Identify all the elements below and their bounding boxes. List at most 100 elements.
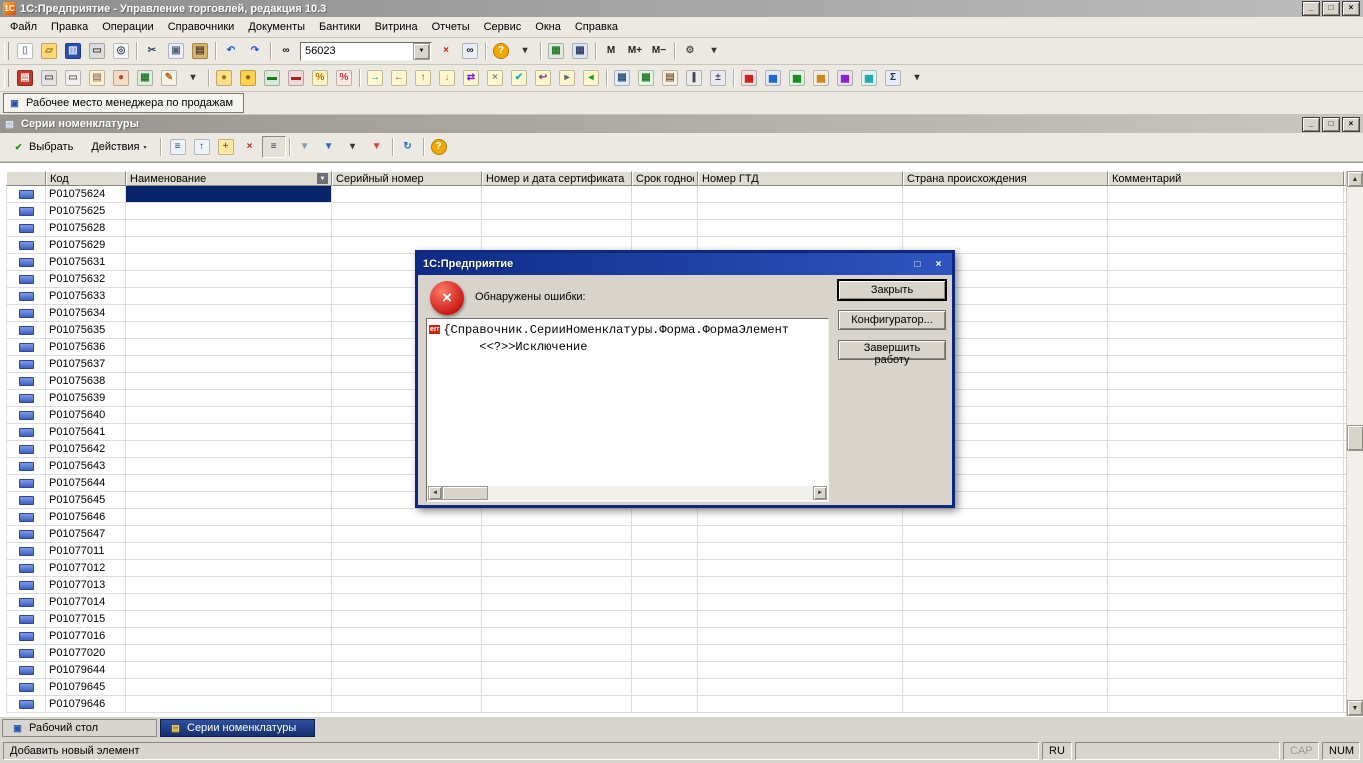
cell-code[interactable]: P01075641 xyxy=(46,424,126,441)
new-folder-button[interactable]: + xyxy=(214,136,238,158)
row-marker-cell[interactable] xyxy=(6,407,46,424)
cell-code[interactable]: P01075643 xyxy=(46,458,126,475)
child-close-button[interactable]: × xyxy=(1342,116,1360,132)
cell-certificate[interactable] xyxy=(482,679,632,696)
cell-code[interactable]: P01077014 xyxy=(46,594,126,611)
column-header-code[interactable]: Код xyxy=(46,171,126,186)
cell-certificate[interactable] xyxy=(482,662,632,679)
cell-comment[interactable] xyxy=(1108,254,1344,271)
cell-comment[interactable] xyxy=(1108,594,1344,611)
sales-invoice-button[interactable]: ↑ xyxy=(411,67,435,89)
scroll-right-button[interactable]: ► xyxy=(813,486,827,500)
vertical-scrollbar[interactable]: ▲ ▼ xyxy=(1346,171,1363,716)
menu-reports[interactable]: Отчеты xyxy=(425,19,477,35)
cell-shelf-life[interactable] xyxy=(632,577,698,594)
cell-certificate[interactable] xyxy=(482,696,632,713)
help-button[interactable]: ? xyxy=(427,136,451,158)
sales-report-button[interactable]: ▅ xyxy=(737,67,761,89)
cell-code[interactable]: P01077020 xyxy=(46,645,126,662)
goods-reserves-button[interactable]: ▦ xyxy=(634,67,658,89)
cell-code[interactable]: P01075631 xyxy=(46,254,126,271)
row-marker-cell[interactable] xyxy=(6,322,46,339)
paste-button[interactable]: ▤ xyxy=(188,40,212,62)
window-tab-series[interactable]: ▤ Серии номенклатуры xyxy=(160,719,315,737)
cell-code[interactable]: P01075634 xyxy=(46,305,126,322)
goods-transfer-button[interactable]: ⇄ xyxy=(459,67,483,89)
row-marker-cell[interactable] xyxy=(6,577,46,594)
inventory-button[interactable]: ✔ xyxy=(507,67,531,89)
cell-comment[interactable] xyxy=(1108,373,1344,390)
cell-name[interactable] xyxy=(126,288,332,305)
supplier-order-button[interactable]: ← xyxy=(387,67,411,89)
row-marker-cell[interactable] xyxy=(6,305,46,322)
find-next-button[interactable]: ∞ xyxy=(458,40,482,62)
cell-name[interactable] xyxy=(126,458,332,475)
cell-code[interactable]: P01075628 xyxy=(46,220,126,237)
close-button[interactable]: × xyxy=(1342,1,1360,16)
cell-country[interactable] xyxy=(903,628,1108,645)
cell-gtd-number[interactable] xyxy=(698,526,903,543)
menu-help[interactable]: Справка xyxy=(568,19,625,35)
child-restore-button[interactable]: □ xyxy=(1322,116,1340,132)
cell-comment[interactable] xyxy=(1108,203,1344,220)
print-document-button[interactable]: ▭ xyxy=(37,67,61,89)
row-marker-cell[interactable] xyxy=(6,458,46,475)
row-marker-cell[interactable] xyxy=(6,696,46,713)
cell-serial-number[interactable] xyxy=(332,220,482,237)
cell-gtd-number[interactable] xyxy=(698,679,903,696)
cell-code[interactable]: P01075642 xyxy=(46,441,126,458)
cell-comment[interactable] xyxy=(1108,577,1344,594)
cell-name[interactable] xyxy=(126,322,332,339)
menu-file[interactable]: Файл xyxy=(3,19,44,35)
cell-gtd-number[interactable] xyxy=(698,662,903,679)
address-book-button[interactable]: ▤ xyxy=(13,67,37,89)
go-up-level-button[interactable]: ↑ xyxy=(190,136,214,158)
row-marker-cell[interactable] xyxy=(6,526,46,543)
filter-menu-arrow-button[interactable]: ▾ xyxy=(341,136,365,158)
cell-country[interactable] xyxy=(903,186,1108,203)
set-prices-button[interactable]: % xyxy=(308,67,332,89)
minimize-button[interactable]: _ xyxy=(1302,1,1320,16)
set-discounts-button[interactable]: % xyxy=(332,67,356,89)
cell-country[interactable] xyxy=(903,543,1108,560)
open-item-button[interactable]: ≡ xyxy=(166,136,190,158)
filter-settings-button[interactable]: ▼ xyxy=(317,136,341,158)
cell-comment[interactable] xyxy=(1108,356,1344,373)
error-text-area[interactable]: err {Справочник.СерииНоменклатуры.Форма.Ф… xyxy=(426,318,829,502)
cell-country[interactable] xyxy=(903,526,1108,543)
combobox-dropdown-icon[interactable]: ▼ xyxy=(413,42,430,60)
cell-certificate[interactable] xyxy=(482,543,632,560)
cell-serial-number[interactable] xyxy=(332,611,482,628)
cell-name[interactable] xyxy=(126,441,332,458)
cell-name[interactable] xyxy=(126,339,332,356)
cell-shelf-life[interactable] xyxy=(632,203,698,220)
cell-code[interactable]: P01077012 xyxy=(46,560,126,577)
cell-name[interactable] xyxy=(126,509,332,526)
orders-report-button[interactable]: ▅ xyxy=(833,67,857,89)
cell-gtd-number[interactable] xyxy=(698,594,903,611)
scrollbar-thumb[interactable] xyxy=(1347,425,1363,451)
menu-edit[interactable]: Правка xyxy=(44,19,95,35)
column-header-comment[interactable]: Комментарий xyxy=(1108,171,1344,186)
cell-code[interactable]: P01075639 xyxy=(46,390,126,407)
cut-button[interactable]: ✂ xyxy=(140,40,164,62)
cell-comment[interactable] xyxy=(1108,611,1344,628)
cell-country[interactable] xyxy=(903,662,1108,679)
cell-name[interactable] xyxy=(126,696,332,713)
menu-catalogs[interactable]: Справочники xyxy=(161,19,242,35)
delete-mark-button[interactable]: × xyxy=(238,136,262,158)
find-button[interactable]: ∞ xyxy=(274,40,298,62)
goods-writeoff-button[interactable]: × xyxy=(483,67,507,89)
row-marker-cell[interactable] xyxy=(6,645,46,662)
shutdown-button[interactable]: Завершить работу xyxy=(838,340,946,366)
cell-code[interactable]: P01079646 xyxy=(46,696,126,713)
memory-recall-button[interactable]: М xyxy=(599,40,623,62)
cell-name[interactable] xyxy=(126,594,332,611)
refresh-button[interactable]: ↻ xyxy=(396,136,420,158)
cell-name[interactable] xyxy=(126,186,332,203)
table-row[interactable]: P01079644 xyxy=(6,662,1346,679)
menu-operations[interactable]: Операции xyxy=(95,19,160,35)
cell-comment[interactable] xyxy=(1108,696,1344,713)
toolbar-grip[interactable] xyxy=(4,69,9,87)
table-row[interactable]: P01079645 xyxy=(6,679,1346,696)
